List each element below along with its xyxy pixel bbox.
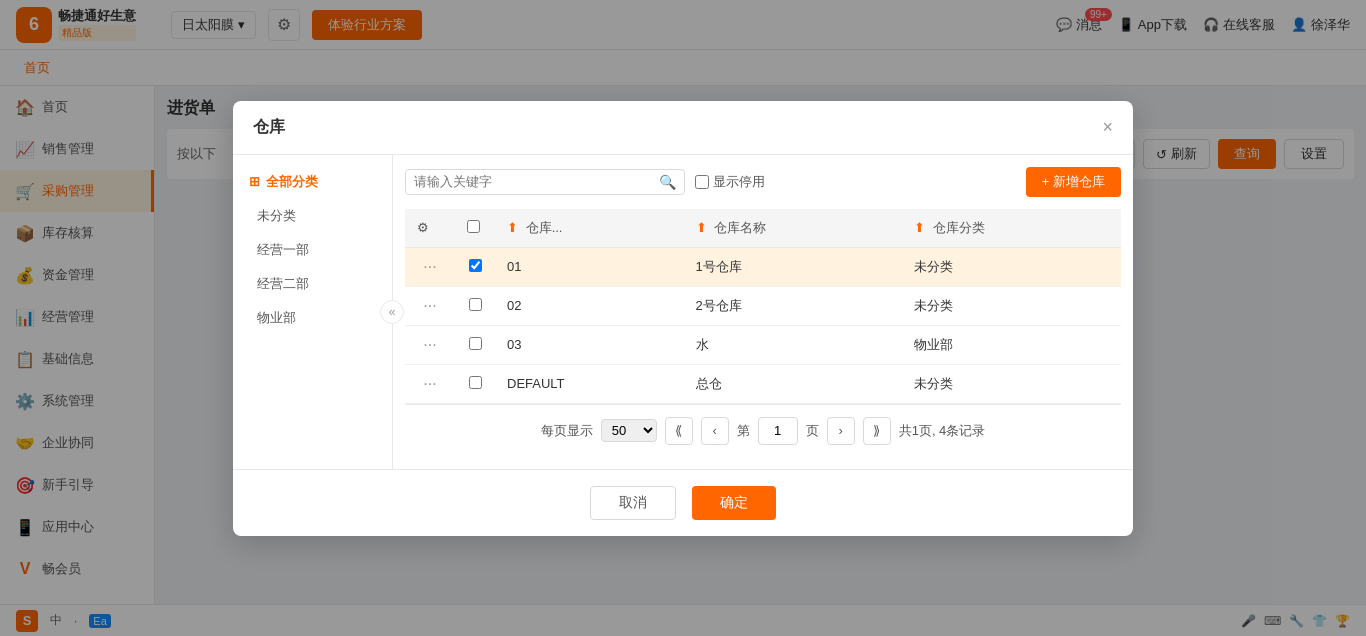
col-header-gear: ⚙: [405, 209, 455, 248]
row-index: DEFAULT: [495, 364, 684, 403]
sort-icon: ⬆: [507, 220, 518, 235]
warehouse-table: ⚙ ⬆ 仓库... ⬆ 仓库名称: [405, 209, 1121, 404]
first-page-button[interactable]: ⟪: [665, 417, 693, 445]
collapse-sidebar-button[interactable]: «: [380, 300, 404, 324]
row-checkbox[interactable]: [469, 298, 482, 311]
modal-close-button[interactable]: ×: [1102, 117, 1113, 138]
all-categories[interactable]: ⊞ 全部分类: [233, 165, 392, 199]
row-index: 03: [495, 325, 684, 364]
category-item-operations2[interactable]: 经营二部: [233, 267, 392, 301]
row-index: 02: [495, 286, 684, 325]
row-category: 物业部: [902, 325, 1121, 364]
grid-icon: ⊞: [249, 174, 260, 189]
table-toolbar: 🔍 显示停用 + 新增仓库: [405, 167, 1121, 197]
table-row[interactable]: ··· 01 1号仓库 未分类: [405, 247, 1121, 286]
col-header-checkbox: [455, 209, 495, 248]
col-header-category: ⬆ 仓库分类: [902, 209, 1121, 248]
row-checkbox-cell: [455, 286, 495, 325]
row-checkbox-cell: [455, 364, 495, 403]
category-sidebar: ⊞ 全部分类 未分类 经营一部 经营二部 物业部 «: [233, 155, 393, 469]
modal-title: 仓库: [253, 117, 285, 138]
per-page-label: 每页显示: [541, 422, 593, 440]
add-warehouse-button[interactable]: + 新增仓库: [1026, 167, 1121, 197]
page-number-input[interactable]: [758, 417, 798, 445]
row-actions: ···: [405, 286, 455, 325]
search-icon[interactable]: 🔍: [659, 174, 676, 190]
row-checkbox-cell: [455, 247, 495, 286]
row-index: 01: [495, 247, 684, 286]
row-checkbox-cell: [455, 325, 495, 364]
category-item-operations1[interactable]: 经营一部: [233, 233, 392, 267]
sort-icon: ⬆: [914, 220, 925, 235]
next-page-button[interactable]: ›: [827, 417, 855, 445]
row-actions: ···: [405, 247, 455, 286]
modal-footer: 取消 确定: [233, 469, 1133, 536]
row-category: 未分类: [902, 364, 1121, 403]
col-header-code: ⬆ 仓库...: [495, 209, 684, 248]
row-checkbox[interactable]: [469, 376, 482, 389]
per-page-select[interactable]: 50 20 100: [601, 419, 657, 442]
pagination: 每页显示 50 20 100 ⟪ ‹ 第 页 › ⟫ 共1页, 4条记录: [405, 404, 1121, 457]
warehouse-modal: 仓库 × ⊞ 全部分类 未分类 经营一部 经营二部 物业部 «: [233, 101, 1133, 536]
row-category: 未分类: [902, 286, 1121, 325]
row-actions: ···: [405, 364, 455, 403]
col-header-name: ⬆ 仓库名称: [684, 209, 903, 248]
show-disabled-label: 显示停用: [695, 173, 765, 191]
table-row[interactable]: ··· 03 水 物业部: [405, 325, 1121, 364]
cancel-button[interactable]: 取消: [590, 486, 676, 520]
show-disabled-checkbox[interactable]: [695, 175, 709, 189]
last-page-button[interactable]: ⟫: [863, 417, 891, 445]
table-container: ⚙ ⬆ 仓库... ⬆ 仓库名称: [405, 209, 1121, 404]
category-item-property[interactable]: 物业部: [233, 301, 392, 335]
row-category: 未分类: [902, 247, 1121, 286]
select-all-checkbox[interactable]: [467, 220, 480, 233]
table-row[interactable]: ··· DEFAULT 总仓 未分类: [405, 364, 1121, 403]
table-row[interactable]: ··· 02 2号仓库 未分类: [405, 286, 1121, 325]
modal-overlay: 仓库 × ⊞ 全部分类 未分类 经营一部 经营二部 物业部 «: [0, 0, 1366, 636]
search-wrap: 🔍: [405, 169, 685, 195]
total-records-label: 共1页, 4条记录: [899, 422, 986, 440]
search-input[interactable]: [414, 174, 659, 189]
modal-header: 仓库 ×: [233, 101, 1133, 155]
row-name: 水: [684, 325, 903, 364]
table-area: 🔍 显示停用 + 新增仓库 ⚙: [393, 155, 1133, 469]
page-label: 页: [806, 422, 819, 440]
prev-page-button[interactable]: ‹: [701, 417, 729, 445]
row-name: 总仓: [684, 364, 903, 403]
sort-icon: ⬆: [696, 220, 707, 235]
page-label-prefix: 第: [737, 422, 750, 440]
modal-body: ⊞ 全部分类 未分类 经营一部 经营二部 物业部 « 🔍: [233, 155, 1133, 469]
row-checkbox[interactable]: [469, 337, 482, 350]
row-checkbox[interactable]: [469, 259, 482, 272]
row-name: 1号仓库: [684, 247, 903, 286]
row-actions: ···: [405, 325, 455, 364]
confirm-button[interactable]: 确定: [692, 486, 776, 520]
category-item-unclassified[interactable]: 未分类: [233, 199, 392, 233]
row-name: 2号仓库: [684, 286, 903, 325]
